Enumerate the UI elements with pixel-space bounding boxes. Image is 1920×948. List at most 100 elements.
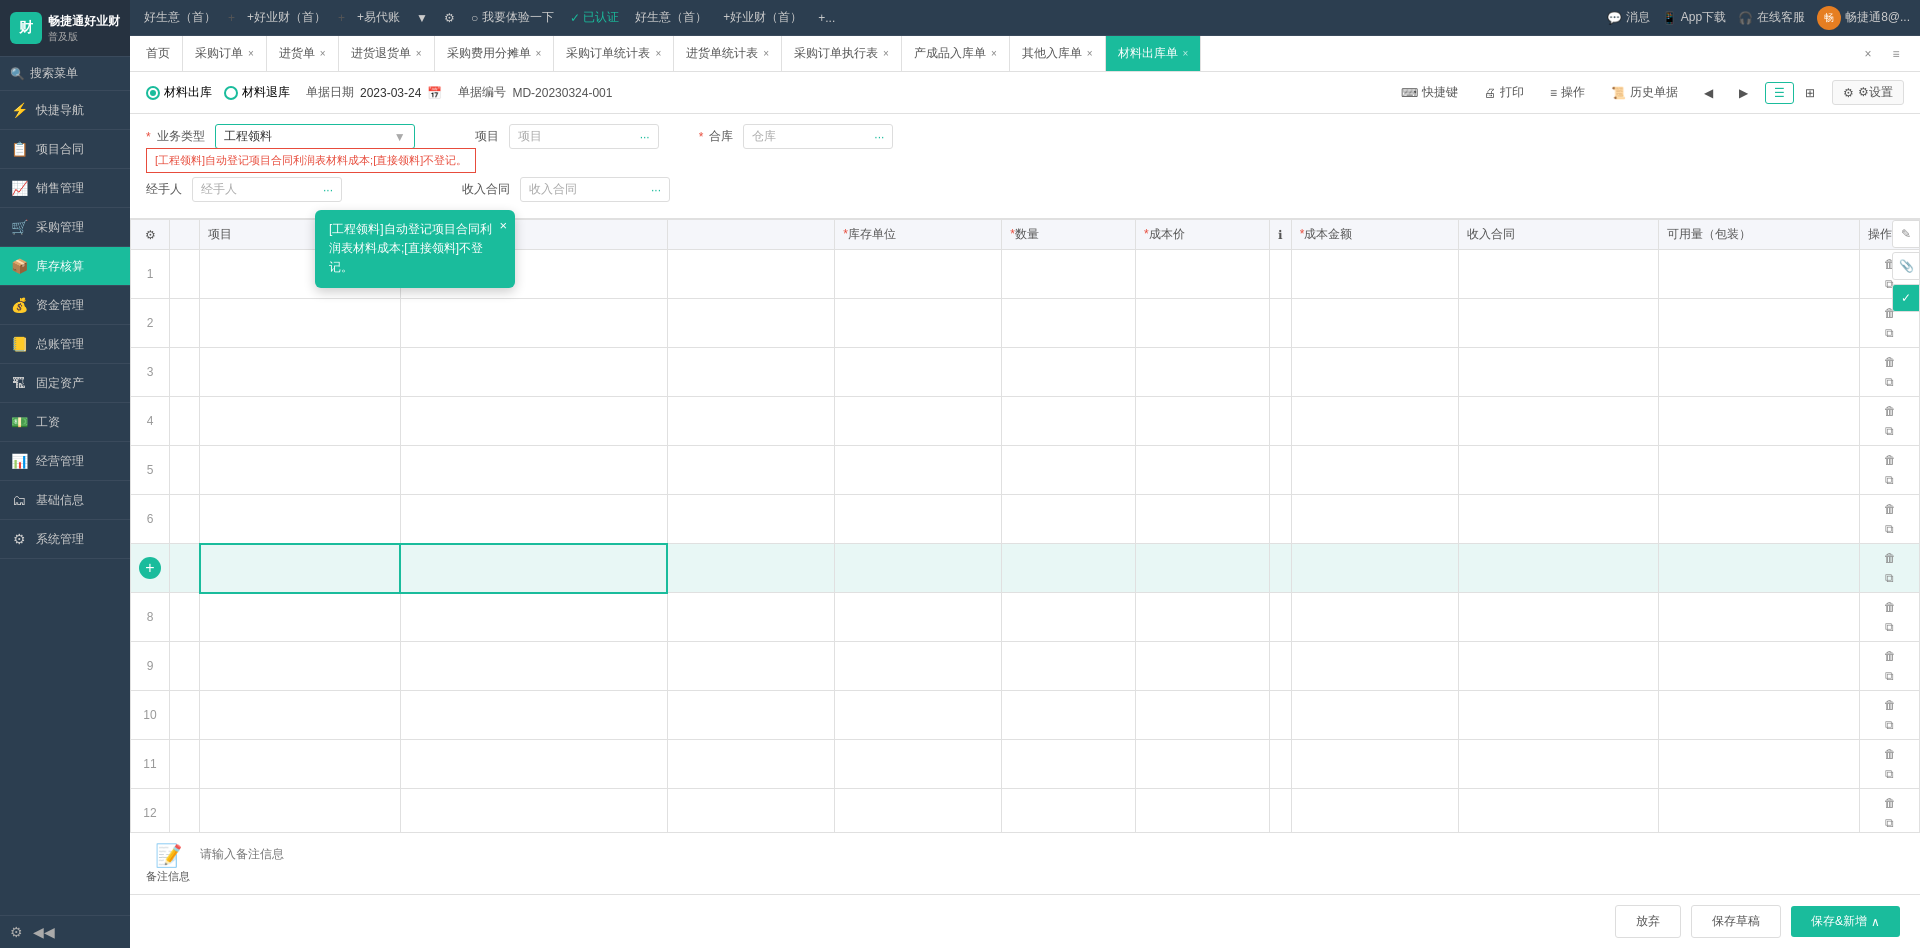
handler-input[interactable]: 经手人 ··· — [192, 177, 342, 202]
topbar-yidaizhang[interactable]: +易代账 — [353, 9, 404, 26]
row-7-copy-btn[interactable]: ⧉ — [1880, 568, 1900, 588]
sidebar-nav-item-ledger[interactable]: 📒 总账管理 — [0, 325, 130, 364]
sidebar-nav-item-operation[interactable]: 📊 经营管理 — [0, 442, 130, 481]
row-6-delete-btn[interactable]: 🗑 — [1880, 499, 1900, 519]
row-1-cost-amount[interactable] — [1291, 250, 1458, 299]
warehouse-input[interactable]: 仓库 ··· — [743, 124, 893, 149]
page-settings-btn[interactable]: ⚙ ⚙设置 — [1832, 80, 1904, 105]
topbar-more[interactable]: +... — [814, 11, 839, 25]
topbar-haoshengyi2[interactable]: 好生意（首） — [631, 9, 711, 26]
row-4-delete-btn[interactable]: 🗑 — [1880, 401, 1900, 421]
tab-purchase-order-close[interactable]: × — [248, 48, 254, 59]
tab-other-in[interactable]: 其他入库单 × — [1010, 36, 1106, 72]
row-5-copy-btn[interactable]: ⧉ — [1880, 470, 1900, 490]
sidebar-nav-item-system[interactable]: ⚙ 系统管理 — [0, 520, 130, 559]
tab-receipt-stat[interactable]: 进货单统计表 × — [674, 36, 782, 72]
project-input[interactable]: 项目 ··· — [509, 124, 659, 149]
settings-bottom-icon[interactable]: ⚙ — [10, 924, 23, 940]
sidebar-nav-item-salary[interactable]: 💵 工资 — [0, 403, 130, 442]
tab-purchase-return-close[interactable]: × — [416, 48, 422, 59]
topbar-haoyecai[interactable]: +好业财（首） — [243, 9, 330, 26]
sidebar-nav-item-basic[interactable]: 🗂 基础信息 — [0, 481, 130, 520]
save-draft-button[interactable]: 保存草稿 — [1691, 905, 1781, 938]
sidebar-search[interactable]: 🔍 搜索菜单 — [0, 57, 130, 91]
view-list-btn[interactable]: ☰ — [1765, 82, 1794, 104]
row-1-income[interactable] — [1458, 250, 1659, 299]
right-attach-btn[interactable]: 📎 — [1892, 252, 1920, 280]
row-11-delete-btn[interactable]: 🗑 — [1880, 744, 1900, 764]
topbar-online-service[interactable]: 🎧 在线客服 — [1738, 9, 1805, 26]
tab-purchase-exec[interactable]: 采购订单执行表 × — [782, 36, 902, 72]
row-9-copy-btn[interactable]: ⧉ — [1880, 666, 1900, 686]
row-6-copy-btn[interactable]: ⧉ — [1880, 519, 1900, 539]
topbar-haoyecai2[interactable]: +好业财（首） — [719, 9, 806, 26]
sidebar-nav-item-sales[interactable]: 📈 销售管理 — [0, 169, 130, 208]
row-7-material-cell[interactable] — [400, 544, 667, 593]
calendar-icon[interactable]: 📅 — [427, 86, 442, 100]
sidebar-nav-item-project[interactable]: 📋 项目合同 — [0, 130, 130, 169]
sidebar-nav-item-assets[interactable]: 🏗 固定资产 — [0, 364, 130, 403]
topbar-settings[interactable]: ⚙ — [440, 11, 459, 25]
tooltip-close-btn[interactable]: × — [499, 216, 507, 237]
sidebar-nav-item-purchase[interactable]: 🛒 采购管理 — [0, 208, 130, 247]
topbar-app-download[interactable]: 📱 App下载 — [1662, 9, 1726, 26]
topbar-dropdown[interactable]: ▼ — [412, 11, 432, 25]
row-12-delete-btn[interactable]: 🗑 — [1880, 793, 1900, 813]
tab-purchase-return[interactable]: 进货退货单 × — [339, 36, 435, 72]
topbar-verified[interactable]: ✓ 已认证 — [566, 9, 623, 26]
tab-product-in-close[interactable]: × — [991, 48, 997, 59]
date-value[interactable]: 2023-03-24 — [360, 86, 421, 100]
row-7-project-cell[interactable] — [200, 544, 401, 593]
row-8-copy-btn[interactable]: ⧉ — [1880, 617, 1900, 637]
row-2-cost-amount[interactable] — [1291, 299, 1458, 348]
tab-material-out-close[interactable]: × — [1183, 48, 1189, 59]
th-settings[interactable]: ⚙ — [131, 220, 170, 250]
sidebar-nav-item-shortcut[interactable]: ⚡ 快捷导航 — [0, 91, 130, 130]
tab-other-in-close[interactable]: × — [1087, 48, 1093, 59]
row-1-spec[interactable] — [667, 250, 834, 299]
view-grid-btn[interactable]: ⊞ — [1796, 82, 1824, 104]
tab-purchase-receipt[interactable]: 进货单 × — [267, 36, 339, 72]
tab-material-out[interactable]: 材料出库单 × — [1106, 36, 1202, 72]
business-type-select[interactable]: 工程领料 ▼ — [215, 124, 415, 149]
row-8-delete-btn[interactable]: 🗑 — [1880, 597, 1900, 617]
row-11-copy-btn[interactable]: ⧉ — [1880, 764, 1900, 784]
row-3-delete-btn[interactable]: 🗑 — [1880, 352, 1900, 372]
row-3-copy-btn[interactable]: ⧉ — [1880, 372, 1900, 392]
shortcut-btn[interactable]: ⌨ 快捷键 — [1392, 80, 1467, 105]
radio-material-out[interactable]: 材料出库 — [146, 84, 212, 101]
topbar-trial[interactable]: ○ 我要体验一下 — [467, 9, 558, 26]
nav-prev-btn[interactable]: ◀ — [1695, 82, 1722, 104]
sidebar-nav-item-inventory[interactable]: 📦 库存核算 — [0, 247, 130, 286]
row-2-project[interactable] — [200, 299, 401, 348]
discard-button[interactable]: 放弃 — [1615, 905, 1681, 938]
tab-receipt-stat-close[interactable]: × — [763, 48, 769, 59]
row-7-delete-btn[interactable]: 🗑 — [1880, 548, 1900, 568]
row-4-copy-btn[interactable]: ⧉ — [1880, 421, 1900, 441]
tab-close-all-btn[interactable]: × — [1856, 42, 1880, 66]
topbar-haoshengyi[interactable]: 好生意（首） — [140, 9, 220, 26]
row-2-spec[interactable] — [667, 299, 834, 348]
topbar-user[interactable]: 畅 畅捷通8@... — [1817, 6, 1910, 30]
radio-material-return[interactable]: 材料退库 — [224, 84, 290, 101]
tab-product-in[interactable]: 产成品入库单 × — [902, 36, 1010, 72]
row-1-qty[interactable] — [1002, 250, 1136, 299]
save-new-button[interactable]: 保存&新增 ∧ — [1791, 906, 1900, 937]
tab-purchase-exec-close[interactable]: × — [883, 48, 889, 59]
row-10-copy-btn[interactable]: ⧉ — [1880, 715, 1900, 735]
tab-purchase-expense-close[interactable]: × — [536, 48, 542, 59]
topbar-message[interactable]: 💬 消息 — [1607, 9, 1650, 26]
row-1-cost[interactable] — [1135, 250, 1269, 299]
add-row-btn[interactable]: + — [139, 557, 161, 579]
row-2-qty[interactable] — [1002, 299, 1136, 348]
row-1-unit[interactable] — [835, 250, 1002, 299]
sidebar-nav-item-finance[interactable]: 💰 资金管理 — [0, 286, 130, 325]
row-12-copy-btn[interactable]: ⧉ — [1880, 813, 1900, 832]
history-btn[interactable]: 📜 历史单据 — [1602, 80, 1687, 105]
row-2-cost[interactable] — [1135, 299, 1269, 348]
row-2-income[interactable] — [1458, 299, 1659, 348]
tab-purchase-order[interactable]: 采购订单 × — [183, 36, 267, 72]
income-contract-input[interactable]: 收入合同 ··· — [520, 177, 670, 202]
row-10-delete-btn[interactable]: 🗑 — [1880, 695, 1900, 715]
ops-btn[interactable]: ≡ 操作 — [1541, 80, 1594, 105]
